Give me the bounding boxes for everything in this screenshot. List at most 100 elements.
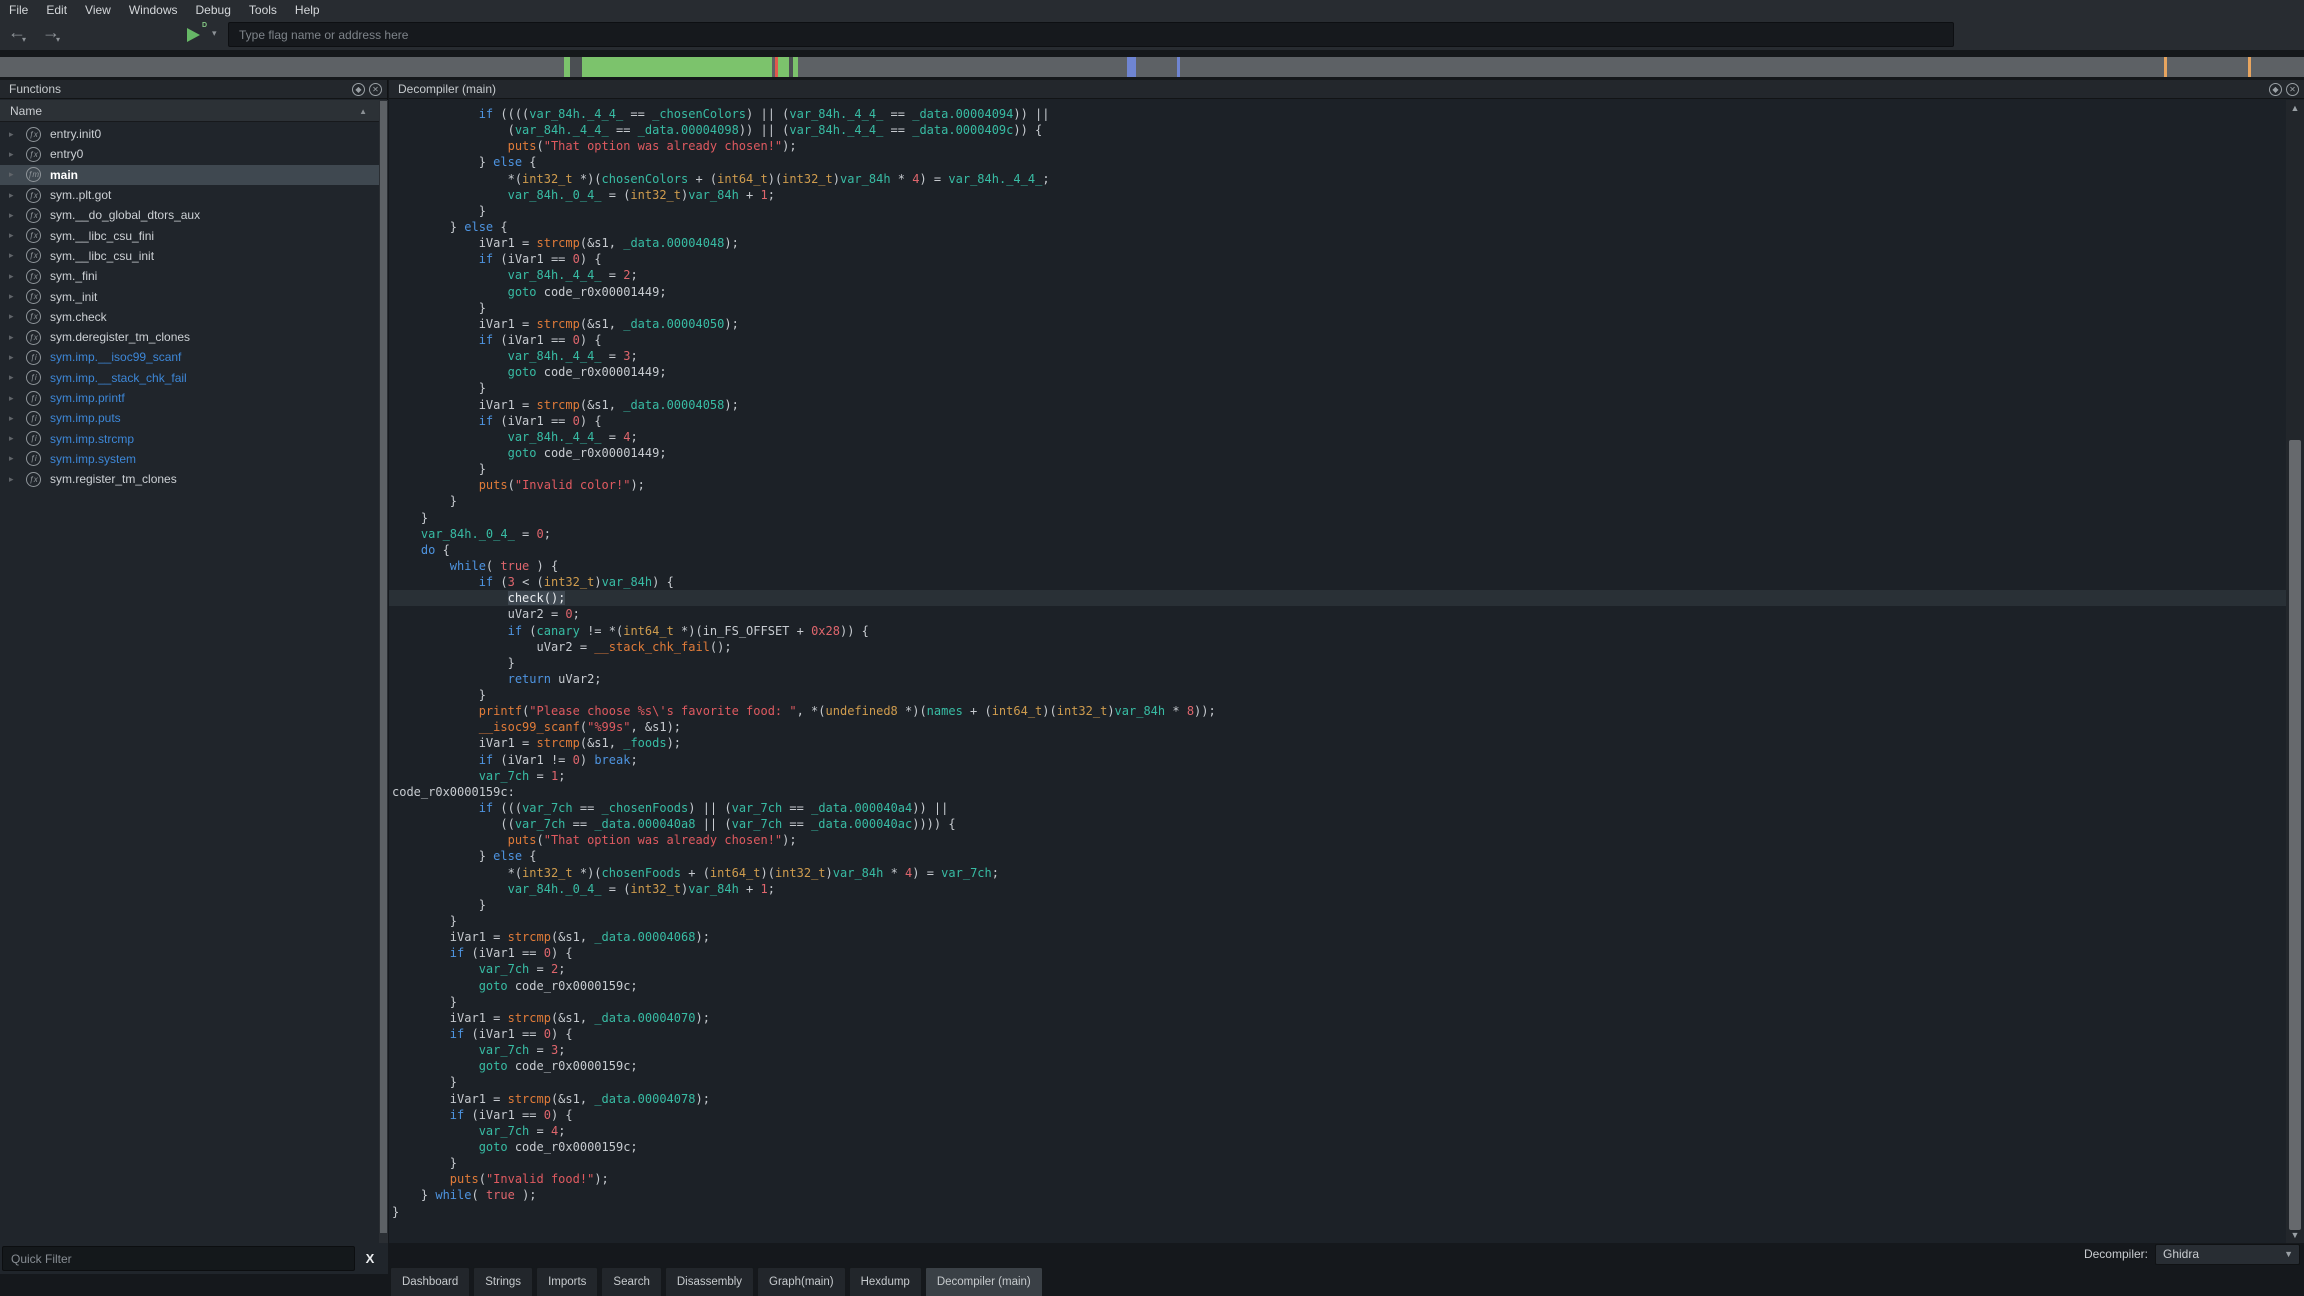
code-line[interactable]: } xyxy=(392,655,2286,671)
expand-arrow-icon[interactable]: ▸ xyxy=(9,474,21,485)
code-line[interactable]: if (canary != *(int64_t *)(in_FS_OFFSET … xyxy=(392,623,2286,639)
function-row[interactable]: ▸ ƒi sym.imp.printf xyxy=(0,388,379,408)
seek-address-input[interactable] xyxy=(228,22,1954,47)
overview-segment[interactable] xyxy=(1177,57,1180,77)
detach-panel-icon[interactable]: ◆ xyxy=(352,83,365,96)
code-line[interactable]: } xyxy=(392,994,2286,1010)
expand-arrow-icon[interactable]: ▸ xyxy=(9,169,21,180)
code-line[interactable]: var_7ch = 1; xyxy=(392,768,2286,784)
code-line[interactable]: if (3 < (int32_t)var_84h) { xyxy=(392,574,2286,590)
menu-edit[interactable]: Edit xyxy=(37,0,76,19)
code-line[interactable]: iVar1 = strcmp(&s1, _data.00004058); xyxy=(392,397,2286,413)
function-name[interactable]: sym.__do_global_dtors_aux xyxy=(50,208,200,222)
code-line[interactable]: if ((((var_84h._4_4_ == _chosenColors) |… xyxy=(392,106,2286,122)
function-name[interactable]: main xyxy=(50,168,78,182)
menu-view[interactable]: View xyxy=(76,0,120,19)
code-line[interactable]: do { xyxy=(392,542,2286,558)
expand-arrow-icon[interactable]: ▸ xyxy=(9,393,21,404)
code-line[interactable]: var_7ch = 2; xyxy=(392,961,2286,977)
function-row[interactable]: ▸ ƒi sym.imp.puts xyxy=(0,408,379,428)
continue-debug-icon[interactable] xyxy=(187,28,200,42)
expand-arrow-icon[interactable]: ▸ xyxy=(9,210,21,221)
code-line[interactable]: goto code_r0x00001449; xyxy=(392,284,2286,300)
expand-arrow-icon[interactable]: ▸ xyxy=(9,372,21,383)
expand-arrow-icon[interactable]: ▸ xyxy=(9,413,21,424)
back-caret-icon[interactable]: ▾ xyxy=(22,35,26,44)
tab-decompiler-main[interactable]: Decompiler (main) xyxy=(924,1267,1043,1296)
code-line[interactable]: puts("That option was already chosen!"); xyxy=(392,138,2286,154)
code-line[interactable]: if (iVar1 == 0) { xyxy=(392,1026,2286,1042)
code-line[interactable]: __isoc99_scanf("%99s", &s1); xyxy=(392,719,2286,735)
code-line[interactable]: (var_84h._4_4_ == _data.00004098)) || (v… xyxy=(392,122,2286,138)
function-row[interactable]: ▸ ƒx sym.check xyxy=(0,307,379,327)
code-line[interactable]: } xyxy=(392,510,2286,526)
function-name[interactable]: sym.check xyxy=(50,310,107,324)
code-line[interactable]: } else { xyxy=(392,219,2286,235)
expand-arrow-icon[interactable]: ▸ xyxy=(9,352,21,363)
code-line[interactable]: goto code_r0x0000159c; xyxy=(392,978,2286,994)
function-name[interactable]: entry.init0 xyxy=(50,127,101,141)
code-line[interactable]: } xyxy=(392,300,2286,316)
overview-segment[interactable] xyxy=(582,57,772,77)
code-line[interactable]: } xyxy=(392,380,2286,396)
expand-arrow-icon[interactable]: ▸ xyxy=(9,149,21,160)
code-line[interactable]: var_7ch = 3; xyxy=(392,1042,2286,1058)
code-line[interactable]: } xyxy=(392,203,2286,219)
function-row[interactable]: ▸ ƒi sym.imp.__isoc99_scanf xyxy=(0,347,379,367)
code-line[interactable]: } else { xyxy=(392,154,2286,170)
expand-arrow-icon[interactable]: ▸ xyxy=(9,433,21,444)
decompiled-code[interactable]: if ((((var_84h._4_4_ == _chosenColors) |… xyxy=(389,100,2286,1243)
code-line[interactable]: ((var_7ch == _data.000040a8 || (var_7ch … xyxy=(392,816,2286,832)
tab-hexdump[interactable]: Hexdump xyxy=(848,1267,922,1296)
code-line[interactable]: var_7ch = 4; xyxy=(392,1123,2286,1139)
function-row[interactable]: ▸ ƒi sym.imp.system xyxy=(0,449,379,469)
code-line[interactable]: var_84h._0_4_ = (int32_t)var_84h + 1; xyxy=(392,187,2286,203)
code-line[interactable]: while( true ) { xyxy=(392,558,2286,574)
code-line[interactable]: iVar1 = strcmp(&s1, _data.00004050); xyxy=(392,316,2286,332)
code-line[interactable]: goto code_r0x00001449; xyxy=(392,445,2286,461)
expand-arrow-icon[interactable]: ▸ xyxy=(9,291,21,302)
code-line[interactable]: *(int32_t *)(chosenFoods + (int64_t)(int… xyxy=(392,865,2286,881)
overview-segment[interactable] xyxy=(2164,57,2167,77)
scrollbar-thumb[interactable] xyxy=(380,101,387,1233)
scroll-down-icon[interactable]: ▼ xyxy=(2286,1230,2304,1240)
tab-disassembly[interactable]: Disassembly xyxy=(664,1267,755,1296)
code-line[interactable]: if (iVar1 == 0) { xyxy=(392,1107,2286,1123)
code-line[interactable]: printf("Please choose %s\'s favorite foo… xyxy=(392,703,2286,719)
function-name[interactable]: sym._init xyxy=(50,290,97,304)
code-line[interactable]: if (iVar1 == 0) { xyxy=(392,945,2286,961)
menu-tools[interactable]: Tools xyxy=(240,0,286,19)
expand-arrow-icon[interactable]: ▸ xyxy=(9,250,21,261)
function-name[interactable]: sym.imp.__stack_chk_fail xyxy=(50,371,187,385)
forward-caret-icon[interactable]: ▾ xyxy=(56,35,60,44)
overview-segment[interactable] xyxy=(778,57,789,77)
code-line[interactable]: var_84h._0_4_ = (int32_t)var_84h + 1; xyxy=(392,881,2286,897)
expand-arrow-icon[interactable]: ▸ xyxy=(9,453,21,464)
debug-dropdown-caret-icon[interactable]: ▾ xyxy=(212,28,217,39)
code-line[interactable]: } xyxy=(392,913,2286,929)
scrollbar-thumb[interactable] xyxy=(2289,440,2301,1230)
function-name[interactable]: sym.deregister_tm_clones xyxy=(50,330,190,344)
overview-segment[interactable] xyxy=(1127,57,1136,77)
code-line[interactable]: goto code_r0x0000159c; xyxy=(392,1058,2286,1074)
code-line[interactable]: goto code_r0x00001449; xyxy=(392,364,2286,380)
expand-arrow-icon[interactable]: ▸ xyxy=(9,332,21,343)
function-name[interactable]: sym.__libc_csu_init xyxy=(50,249,154,263)
code-line[interactable]: } else { xyxy=(392,848,2286,864)
code-line[interactable]: if (iVar1 == 0) { xyxy=(392,251,2286,267)
function-row[interactable]: ▸ ƒx sym.register_tm_clones xyxy=(0,469,379,489)
code-line[interactable]: puts("Invalid color!"); xyxy=(392,477,2286,493)
code-line[interactable]: *(int32_t *)(chosenColors + (int64_t)(in… xyxy=(392,171,2286,187)
tab-search[interactable]: Search xyxy=(601,1267,662,1296)
function-name[interactable]: sym.register_tm_clones xyxy=(50,472,177,486)
address-overview-bar[interactable] xyxy=(0,57,2304,77)
scroll-up-icon[interactable]: ▲ xyxy=(2286,103,2304,113)
function-row[interactable]: ▸ ƒx sym..plt.got xyxy=(0,185,379,205)
code-line[interactable]: var_84h._0_4_ = 0; xyxy=(392,526,2286,542)
quick-filter-clear-button[interactable]: X xyxy=(360,1248,380,1268)
expand-arrow-icon[interactable]: ▸ xyxy=(9,190,21,201)
code-line[interactable]: } xyxy=(392,461,2286,477)
decompiler-select[interactable]: Ghidra ▼ xyxy=(2155,1243,2300,1265)
code-line[interactable]: } xyxy=(392,1074,2286,1090)
tab-graph-main[interactable]: Graph(main) xyxy=(757,1267,846,1296)
